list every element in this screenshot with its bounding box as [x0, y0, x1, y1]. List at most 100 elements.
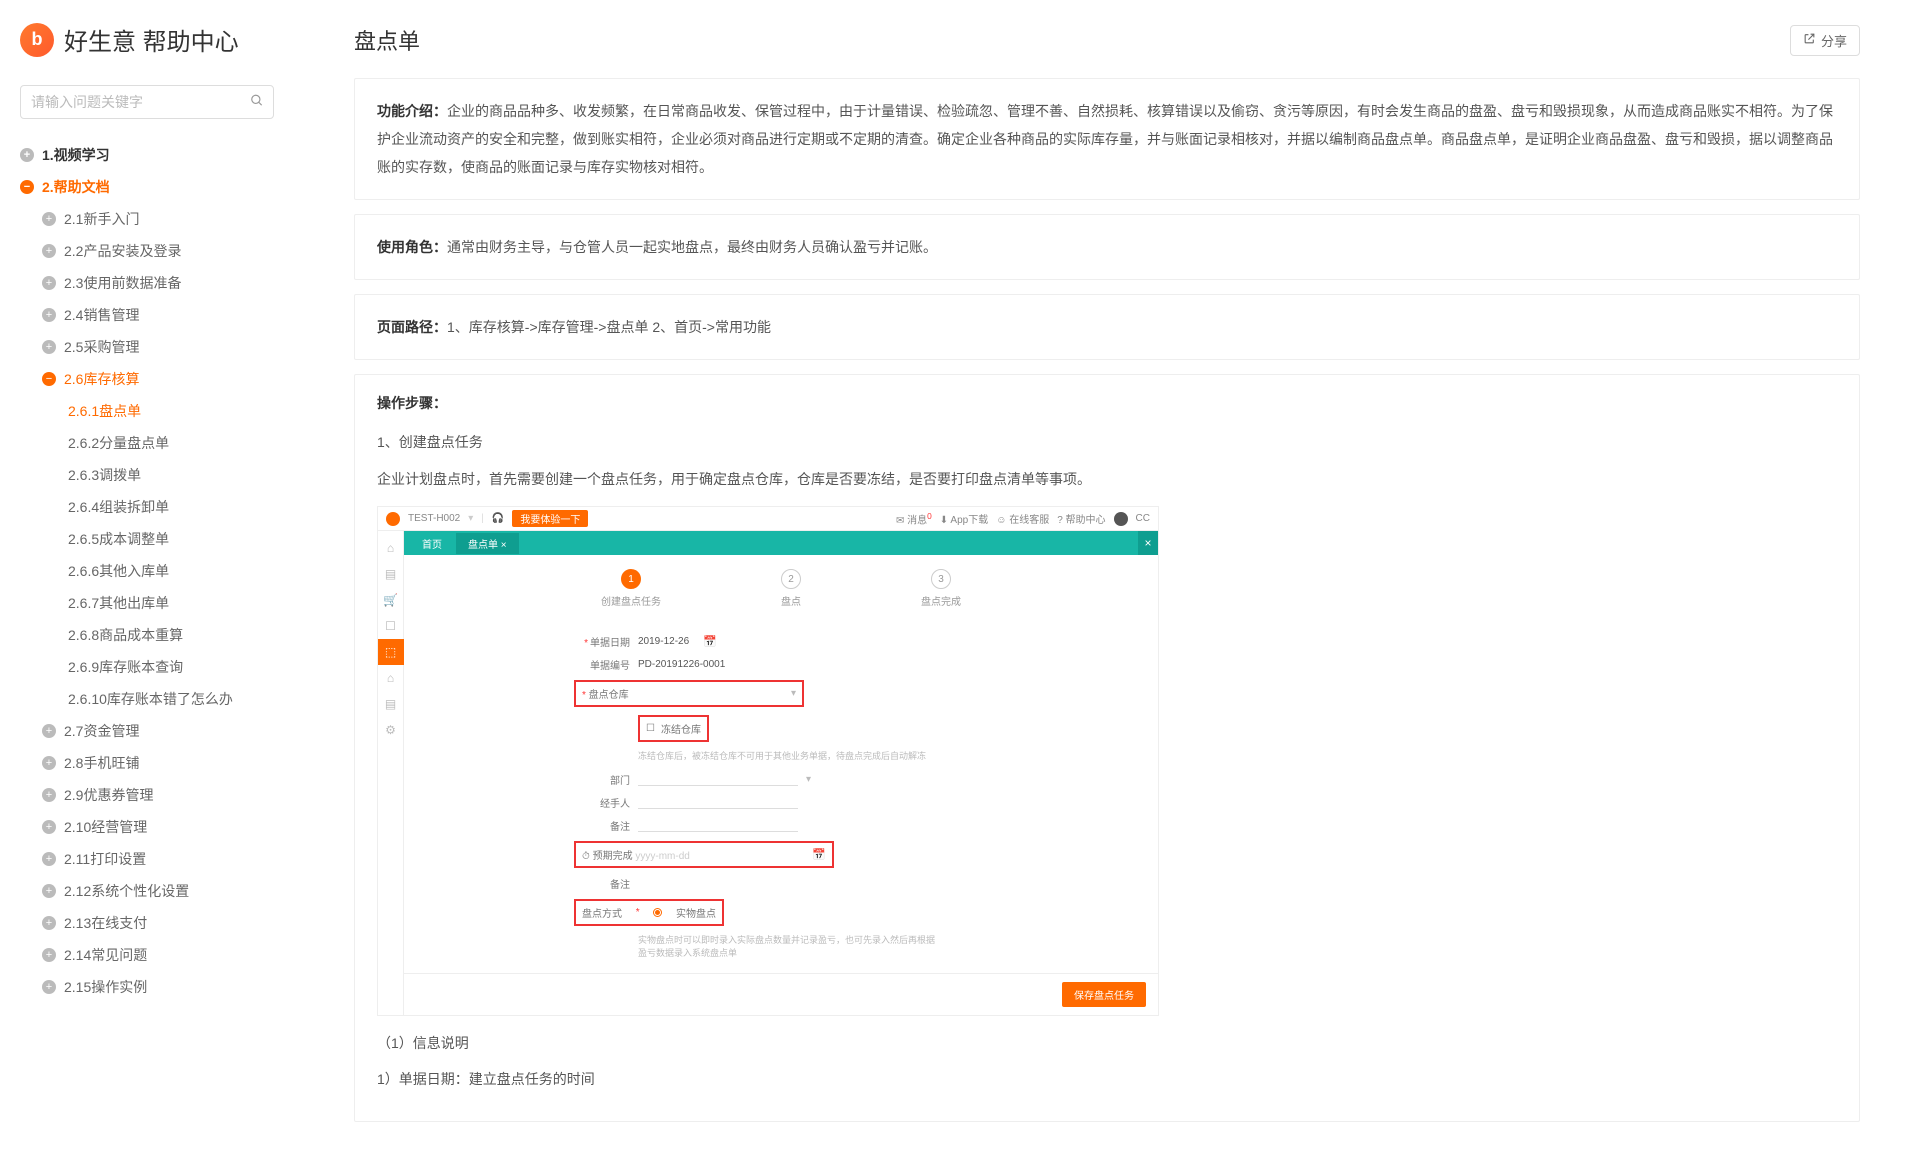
side-report-icon: ▤	[378, 691, 404, 717]
shot-wizard: 1创建盘点任务 2盘点 3盘点完成	[404, 555, 1158, 614]
nav-2-6-4[interactable]: 2.6.4组装拆卸单	[68, 491, 274, 523]
plus-icon: +	[42, 820, 56, 834]
shot-save-bar: 保存盘点任务	[404, 973, 1158, 1015]
nav-2-6-10[interactable]: 2.6.10库存账本错了怎么办	[68, 683, 274, 715]
nav-2-6-9[interactable]: 2.6.9库存账本查询	[68, 651, 274, 683]
plus-icon: +	[42, 916, 56, 930]
path-card: 页面路径：1、库存核算->库存管理->盘点单 2、首页->常用功能	[354, 294, 1860, 360]
role-text: 通常由财务主导，与仓管人员一起实地盘点，最终由财务人员确认盈亏并记账。	[447, 239, 937, 255]
label-date: 单据日期	[574, 634, 630, 649]
shot-link-cs: ☺ 在线客服	[996, 511, 1049, 526]
nav-2-6-2[interactable]: 2.6.2分量盘点单	[68, 427, 274, 459]
nav-2-6-6[interactable]: 2.6.6其他入库单	[68, 555, 274, 587]
nav-2-15[interactable]: +2.15操作实例	[42, 971, 274, 1003]
shot-topbar: TEST-H002 ▾ | 🎧 我要体验一下 ✉ 消息0 ⬇ App下载 ☺ 在…	[378, 507, 1158, 531]
nav-2-6-7[interactable]: 2.6.7其他出库单	[68, 587, 274, 619]
nav-2-3[interactable]: +2.3使用前数据准备	[42, 267, 274, 299]
nav-docs[interactable]: −2.帮助文档	[20, 171, 274, 203]
highlight-freeze: ☐ 冻结仓库	[638, 715, 709, 742]
side-doc-icon: ▤	[378, 561, 404, 587]
nav-video[interactable]: +1.视频学习	[20, 139, 274, 171]
shot-link-msg: ✉ 消息0	[896, 511, 932, 526]
nav-2-2[interactable]: +2.2产品安装及登录	[42, 235, 274, 267]
brand-logo: b	[20, 23, 54, 57]
shot-user: CC	[1136, 513, 1150, 524]
share-button[interactable]: 分享	[1790, 25, 1860, 56]
page-title: 盘点单	[354, 24, 420, 56]
side-box-icon: ☐	[378, 613, 404, 639]
shot-link-help: ? 帮助中心	[1057, 511, 1105, 526]
brand-title: 好生意 帮助中心	[64, 22, 239, 57]
plus-icon: +	[42, 276, 56, 290]
highlight-warehouse: * 盘点仓库▾	[574, 680, 804, 707]
input-dept	[638, 772, 798, 786]
intro-text: 企业的商品品种多、收发频繁，在日常商品收发、保管过程中，由于计量错误、检验疏忽、…	[377, 103, 1833, 175]
steps-heading: 操作步骤：	[377, 393, 1837, 413]
side-store-icon: ⌂	[378, 665, 404, 691]
radio-icon	[653, 908, 662, 917]
label-dept: 部门	[574, 772, 630, 787]
steps-card: 操作步骤： 1、创建盘点任务 企业计划盘点时，首先需要创建一个盘点任务，用于确定…	[354, 374, 1860, 1122]
search-wrap	[20, 85, 274, 119]
step-1-title: 1、创建盘点任务	[377, 429, 1837, 456]
plus-icon: +	[42, 756, 56, 770]
headset-icon: 🎧	[492, 513, 504, 524]
step-1-body: 企业计划盘点时，首先需要创建一个盘点任务，用于确定盘点仓库，仓库是否要冻结，是否…	[377, 466, 1837, 493]
content: 盘点单 分享 功能介绍：企业的商品品种多、收发频繁，在日常商品收发、保管过程中，…	[294, 0, 1920, 1162]
nav-2-10[interactable]: +2.10经营管理	[42, 811, 274, 843]
minus-icon: −	[20, 180, 34, 194]
shot-save-button: 保存盘点任务	[1062, 982, 1146, 1007]
input-person	[638, 795, 798, 809]
close-icon: ×	[1138, 531, 1158, 555]
nav-2-12[interactable]: +2.12系统个性化设置	[42, 875, 274, 907]
wizard-step-3: 3	[931, 569, 951, 589]
plus-icon: +	[20, 148, 34, 162]
nav-tree: +1.视频学习 −2.帮助文档 +2.1新手入门 +2.2产品安装及登录 +2.…	[20, 139, 274, 1003]
nav-2-7[interactable]: +2.7资金管理	[42, 715, 274, 747]
label-person: 经手人	[574, 795, 630, 810]
intro-label: 功能介绍：	[377, 103, 447, 119]
calendar-icon: 📅	[812, 848, 826, 861]
nav-2-6-1[interactable]: 2.6.1盘点单	[68, 395, 274, 427]
plus-icon: +	[42, 340, 56, 354]
search-input[interactable]	[20, 85, 274, 119]
shot-tabbar: 首页 盘点单 × ×	[404, 531, 1158, 555]
title-row: 盘点单 分享	[354, 24, 1860, 56]
value-date: 2019-12-26	[638, 636, 689, 647]
input-remark	[638, 818, 798, 832]
shot-link-app: ⬇ App下载	[940, 511, 988, 526]
embedded-screenshot: TEST-H002 ▾ | 🎧 我要体验一下 ✉ 消息0 ⬇ App下载 ☺ 在…	[377, 506, 1159, 1016]
shot-trial-button: 我要体验一下	[512, 510, 588, 527]
shot-form: 单据日期2019-12-26📅 单据编号PD-20191226-0001 * 盘…	[404, 614, 1158, 973]
nav-2-1[interactable]: +2.1新手入门	[42, 203, 274, 235]
nav-2-11[interactable]: +2.11打印设置	[42, 843, 274, 875]
plus-icon: +	[42, 948, 56, 962]
side-settings-icon: ⚙	[378, 717, 404, 743]
wizard-step-2: 2	[781, 569, 801, 589]
plus-icon: +	[42, 724, 56, 738]
sidebar: b 好生意 帮助中心 +1.视频学习 −2.帮助文档 +2.1新手入门 +2.2…	[0, 0, 294, 1162]
shot-tenant: TEST-H002	[408, 513, 460, 524]
role-card: 使用角色：通常由财务主导，与仓管人员一起实地盘点，最终由财务人员确认盈亏并记账。	[354, 214, 1860, 280]
chevron-down-icon: ▾	[791, 688, 796, 699]
plus-icon: +	[42, 852, 56, 866]
info-title: （1）信息说明	[377, 1030, 1837, 1057]
chevron-down-icon: ▾	[806, 774, 811, 785]
plus-icon: +	[42, 980, 56, 994]
nav-2-5[interactable]: +2.5采购管理	[42, 331, 274, 363]
note-freeze: 冻结仓库后，被冻结仓库不可用于其他业务单据，待盘点完成后自动解冻	[638, 750, 938, 764]
nav-2-13[interactable]: +2.13在线支付	[42, 907, 274, 939]
nav-2-14[interactable]: +2.14常见问题	[42, 939, 274, 971]
nav-2-6-5[interactable]: 2.6.5成本调整单	[68, 523, 274, 555]
nav-2-4[interactable]: +2.4销售管理	[42, 299, 274, 331]
nav-2-8[interactable]: +2.8手机旺铺	[42, 747, 274, 779]
nav-2-6[interactable]: −2.6库存核算	[42, 363, 274, 395]
share-icon	[1803, 32, 1816, 48]
nav-2-6-3[interactable]: 2.6.3调拨单	[68, 459, 274, 491]
side-stock-icon: ⬚	[378, 639, 404, 665]
info-item-1: 1）单据日期：建立盘点任务的时间	[377, 1066, 1837, 1093]
brand-row: b 好生意 帮助中心	[20, 22, 274, 57]
nav-2-9[interactable]: +2.9优惠券管理	[42, 779, 274, 811]
nav-2-6-8[interactable]: 2.6.8商品成本重算	[68, 619, 274, 651]
wizard-step-1: 1	[621, 569, 641, 589]
